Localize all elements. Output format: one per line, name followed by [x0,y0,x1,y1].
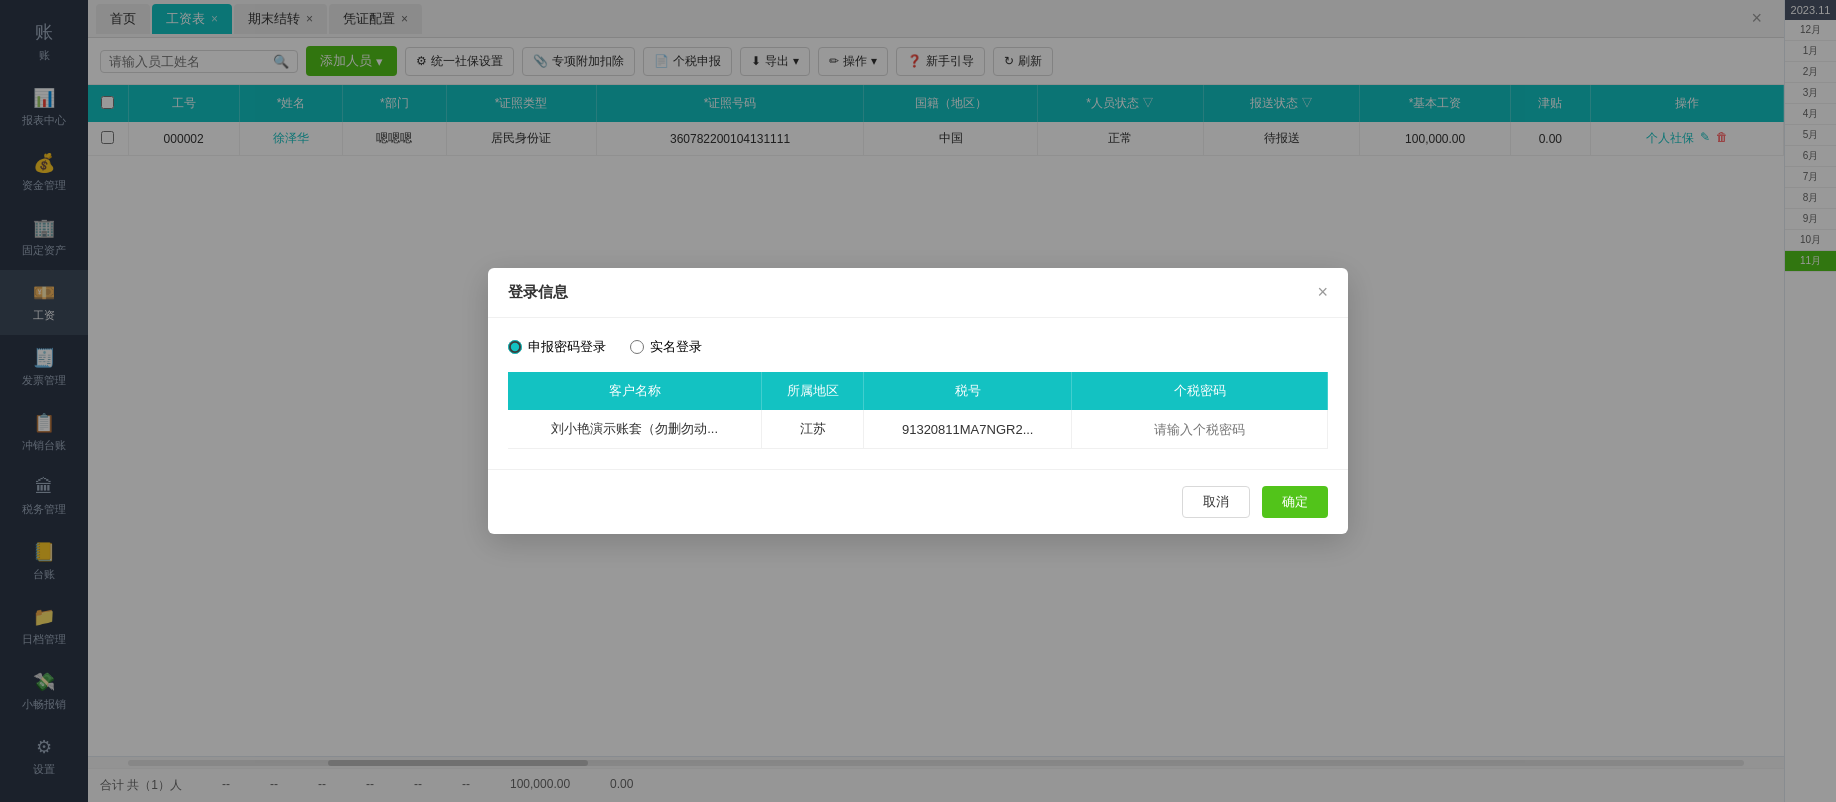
cancel-button[interactable]: 取消 [1182,486,1250,518]
modal-table-row: 刘小艳演示账套（勿删勿动... 江苏 91320811MA7NGR2... [508,410,1328,449]
radio-password-input[interactable] [508,340,522,354]
modal-col-region: 所属地区 [762,372,864,410]
modal-tax-number: 91320811MA7NGR2... [864,410,1072,449]
modal-title: 登录信息 [508,283,568,302]
modal-body: 申报密码登录 实名登录 客户名称 所属地区 税号 个税密码 [488,318,1348,469]
confirm-button[interactable]: 确定 [1262,486,1328,518]
modal-overlay: 登录信息 × 申报密码登录 实名登录 客户名称 所属地区 [0,0,1836,802]
login-info-modal: 登录信息 × 申报密码登录 实名登录 客户名称 所属地区 [488,268,1348,534]
login-info-table: 客户名称 所属地区 税号 个税密码 刘小艳演示账套（勿删勿动... 江苏 913… [508,372,1328,449]
modal-client-name: 刘小艳演示账套（勿删勿动... [508,410,762,449]
radio-realname-login[interactable]: 实名登录 [630,338,702,356]
modal-tax-password-cell[interactable] [1072,410,1328,449]
radio-realname-input[interactable] [630,340,644,354]
login-type-radio-group: 申报密码登录 实名登录 [508,338,1328,356]
modal-close-button[interactable]: × [1317,282,1328,303]
radio-password-login[interactable]: 申报密码登录 [508,338,606,356]
modal-col-client: 客户名称 [508,372,762,410]
modal-col-taxpwd: 个税密码 [1072,372,1328,410]
tax-password-input[interactable] [1084,422,1315,437]
modal-header: 登录信息 × [488,268,1348,318]
modal-col-taxno: 税号 [864,372,1072,410]
modal-footer: 取消 确定 [488,469,1348,534]
modal-region: 江苏 [762,410,864,449]
